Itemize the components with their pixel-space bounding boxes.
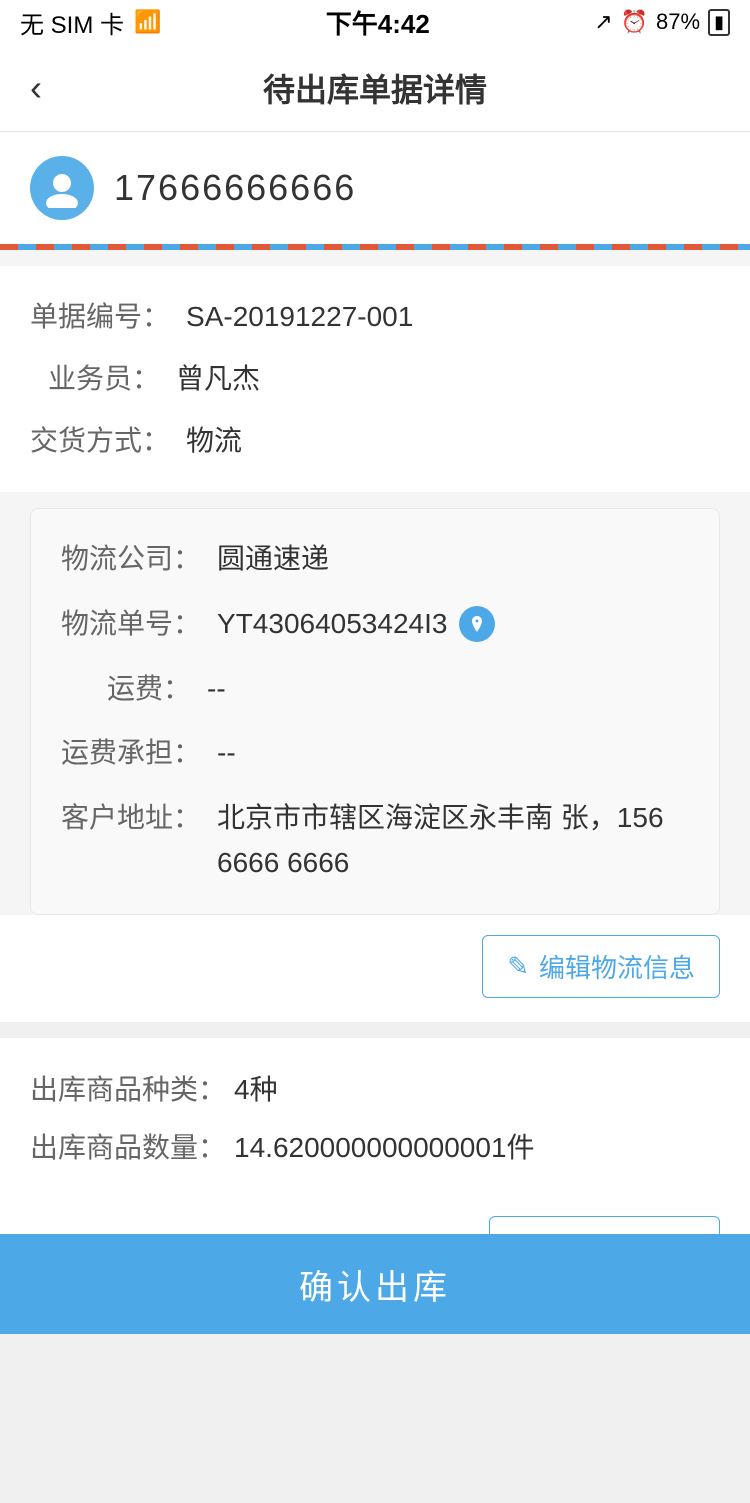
alarm-icon: ⏰ <box>621 9 648 35</box>
salesman-value: 曾凡杰 <box>176 358 720 400</box>
logistics-tracking-label: 物流单号： <box>61 602 201 647</box>
delivery-row: 交货方式： 物流 <box>30 420 720 462</box>
logistics-freight-label: 运费： <box>61 667 191 712</box>
edit-btn-row: ✎ 编辑物流信息 <box>0 915 750 1022</box>
goods-section: 出库商品种类： 4种 出库商品数量： 14.620000000000001件 <box>0 1038 750 1196</box>
status-left: 无 SIM 卡 📶 <box>20 5 161 40</box>
goods-quantity-label: 出库商品数量： <box>30 1126 226 1166</box>
page-title: 待出库单据详情 <box>263 65 487 111</box>
customer-phone: 17666666666 <box>114 167 356 209</box>
logistics-box: 物流公司： 圆通速递 物流单号： YT43064053424I3 运费： -- … <box>30 508 720 915</box>
location-icon: ↗ <box>594 9 612 35</box>
carrier-label: 无 SIM 卡 <box>20 5 124 40</box>
salesman-row: 业务员： 曾凡杰 <box>30 358 720 400</box>
avatar-icon <box>42 168 82 208</box>
edit-icon: ✎ <box>507 951 529 982</box>
confirm-button-label: 确认出库 <box>299 1260 451 1309</box>
goods-type-label: 出库商品种类： <box>30 1068 226 1108</box>
dashed-divider <box>0 244 750 250</box>
document-no-label: 单据编号： <box>30 296 170 338</box>
logistics-tracking-row: 物流单号： YT43064053424I3 <box>61 602 689 647</box>
basic-info-section: 单据编号： SA-20191227-001 业务员： 曾凡杰 交货方式： 物流 <box>0 266 750 492</box>
confirm-button[interactable]: 确认出库 <box>0 1234 750 1334</box>
salesman-label: 业务员： <box>30 358 160 400</box>
wifi-icon: 📶 <box>134 9 161 35</box>
goods-type-value: 4种 <box>234 1068 278 1108</box>
logistics-freight-row: 运费： -- <box>61 667 689 712</box>
logistics-company-label: 物流公司： <box>61 537 201 582</box>
logistics-freight-value: -- <box>207 667 689 712</box>
logistics-freight-bear-value: -- <box>217 731 689 776</box>
customer-header: 17666666666 <box>0 132 750 244</box>
map-location-icon[interactable] <box>459 606 495 642</box>
goods-quantity-row: 出库商品数量： 14.620000000000001件 <box>30 1126 720 1166</box>
document-no-value: SA-20191227-001 <box>186 296 720 338</box>
nav-bar: ‹ 待出库单据详情 <box>0 44 750 132</box>
delivery-value: 物流 <box>186 420 720 462</box>
logistics-address-label: 客户地址： <box>61 796 201 841</box>
status-time: 下午4:42 <box>326 4 430 41</box>
goods-type-row: 出库商品种类： 4种 <box>30 1068 720 1108</box>
delivery-label: 交货方式： <box>30 420 170 462</box>
section-separator-1 <box>0 1022 750 1038</box>
logistics-tracking-value: YT43064053424I3 <box>217 602 447 647</box>
edit-button-label: 编辑物流信息 <box>539 948 695 985</box>
logistics-company-value: 圆通速递 <box>217 537 689 582</box>
logistics-company-row: 物流公司： 圆通速递 <box>61 537 689 582</box>
back-button[interactable]: ‹ <box>30 70 42 106</box>
logistics-address-row: 客户地址： 北京市市辖区海淀区永丰南 张，156 6666 6666 <box>61 796 689 886</box>
logistics-tracking-value-wrapper: YT43064053424I3 <box>217 602 689 647</box>
status-right: ↗ ⏰ 87% ▮ <box>594 9 730 36</box>
battery-label: 87% <box>656 9 700 35</box>
avatar <box>30 156 94 220</box>
battery-icon: ▮ <box>708 9 730 36</box>
document-no-row: 单据编号： SA-20191227-001 <box>30 296 720 338</box>
status-bar: 无 SIM 卡 📶 下午4:42 ↗ ⏰ 87% ▮ <box>0 0 750 44</box>
logistics-freight-bear-row: 运费承担： -- <box>61 731 689 776</box>
edit-logistics-button[interactable]: ✎ 编辑物流信息 <box>482 935 720 998</box>
goods-quantity-value: 14.620000000000001件 <box>234 1126 535 1166</box>
logistics-freight-bear-label: 运费承担： <box>61 731 201 776</box>
logistics-address-value: 北京市市辖区海淀区永丰南 张，156 6666 6666 <box>217 796 689 886</box>
